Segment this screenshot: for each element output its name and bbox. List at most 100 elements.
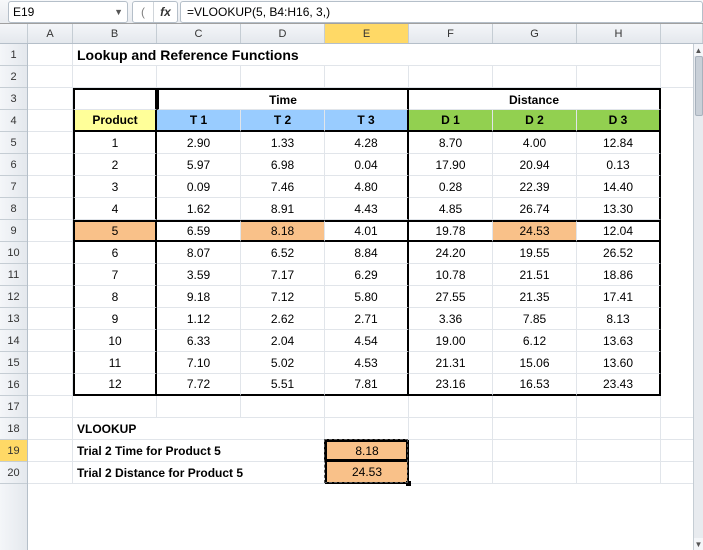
row-header-1[interactable]: 1 xyxy=(0,44,27,66)
cell[interactable]: 23.16 xyxy=(409,374,493,396)
cell[interactable]: 19.55 xyxy=(493,242,577,264)
cell[interactable]: 6.12 xyxy=(493,330,577,352)
cell[interactable] xyxy=(28,308,73,330)
row-header-17[interactable]: 17 xyxy=(0,396,27,418)
cell[interactable]: 4.00 xyxy=(493,132,577,154)
cell[interactable]: 26.52 xyxy=(577,242,661,264)
cell[interactable]: 3.36 xyxy=(409,308,493,330)
cell[interactable] xyxy=(409,462,493,484)
cell[interactable]: T 2 xyxy=(241,110,325,132)
row-header-6[interactable]: 6 xyxy=(0,154,27,176)
cells-area[interactable]: Lookup and Reference Functions TimeDistan… xyxy=(28,44,703,550)
cell[interactable]: Product xyxy=(73,110,157,132)
cell[interactable]: 3 xyxy=(73,176,157,198)
cell[interactable] xyxy=(28,286,73,308)
cell[interactable]: Time xyxy=(157,88,409,110)
cell[interactable] xyxy=(28,242,73,264)
cell[interactable]: 18.86 xyxy=(577,264,661,286)
cell[interactable] xyxy=(493,396,577,418)
row-header-11[interactable]: 11 xyxy=(0,264,27,286)
cell[interactable]: 24.53 xyxy=(493,220,577,242)
cell[interactable] xyxy=(28,220,73,242)
cell[interactable] xyxy=(28,198,73,220)
col-header-F[interactable]: F xyxy=(409,24,493,43)
cell[interactable]: 4.80 xyxy=(325,176,409,198)
row-header-5[interactable]: 5 xyxy=(0,132,27,154)
cell[interactable] xyxy=(28,176,73,198)
cell[interactable]: 4.43 xyxy=(325,198,409,220)
cell[interactable]: 7.12 xyxy=(241,286,325,308)
cell[interactable]: Trial 2 Time for Product 5 xyxy=(73,440,325,462)
cell[interactable]: 4.85 xyxy=(409,198,493,220)
cell[interactable]: 6.52 xyxy=(241,242,325,264)
cell[interactable]: 8.70 xyxy=(409,132,493,154)
cell[interactable]: 4.01 xyxy=(325,220,409,242)
cell[interactable] xyxy=(409,396,493,418)
cell[interactable] xyxy=(577,462,661,484)
cell[interactable] xyxy=(325,66,409,88)
cell[interactable]: 0.13 xyxy=(577,154,661,176)
cell[interactable] xyxy=(577,418,661,440)
col-header-E[interactable]: E xyxy=(325,24,409,43)
row-header-7[interactable]: 7 xyxy=(0,176,27,198)
row-header-4[interactable]: 4 xyxy=(0,110,27,132)
cell[interactable]: 2 xyxy=(73,154,157,176)
cell[interactable]: 8.18 xyxy=(325,440,409,462)
cell[interactable] xyxy=(28,66,73,88)
cell[interactable]: 2.90 xyxy=(157,132,241,154)
cell[interactable]: 7.10 xyxy=(157,352,241,374)
cell[interactable]: 6.29 xyxy=(325,264,409,286)
cell[interactable] xyxy=(28,374,73,396)
cell[interactable]: 1 xyxy=(73,132,157,154)
cell[interactable]: 5 xyxy=(73,220,157,242)
col-header-C[interactable]: C xyxy=(157,24,241,43)
cell[interactable] xyxy=(493,440,577,462)
cell[interactable]: 27.55 xyxy=(409,286,493,308)
cell[interactable]: 12.84 xyxy=(577,132,661,154)
cell[interactable]: 2.71 xyxy=(325,308,409,330)
row-header-14[interactable]: 14 xyxy=(0,330,27,352)
cell[interactable]: 4.28 xyxy=(325,132,409,154)
cell[interactable]: 13.63 xyxy=(577,330,661,352)
cell[interactable] xyxy=(241,396,325,418)
name-box[interactable]: E19 ▼ xyxy=(8,1,128,23)
select-all-corner[interactable] xyxy=(0,24,28,43)
fill-handle[interactable] xyxy=(406,481,411,486)
cell[interactable]: 22.39 xyxy=(493,176,577,198)
cell[interactable]: 9 xyxy=(73,308,157,330)
cell[interactable]: 7.46 xyxy=(241,176,325,198)
cell[interactable] xyxy=(157,396,241,418)
cell[interactable]: 0.04 xyxy=(325,154,409,176)
cell[interactable] xyxy=(157,66,241,88)
cell[interactable]: T 3 xyxy=(325,110,409,132)
cell[interactable] xyxy=(28,264,73,286)
cell[interactable]: 5.51 xyxy=(241,374,325,396)
col-header-blank[interactable] xyxy=(661,24,703,43)
cell[interactable] xyxy=(409,66,493,88)
row-header-20[interactable]: 20 xyxy=(0,462,27,484)
cell[interactable]: 8 xyxy=(73,286,157,308)
cell[interactable] xyxy=(28,154,73,176)
cell[interactable] xyxy=(28,396,73,418)
row-header-9[interactable]: 9 xyxy=(0,220,27,242)
cell[interactable] xyxy=(28,462,73,484)
cell[interactable]: 4.54 xyxy=(325,330,409,352)
cell[interactable]: 3.59 xyxy=(157,264,241,286)
row-header-13[interactable]: 13 xyxy=(0,308,27,330)
row-header-16[interactable]: 16 xyxy=(0,374,27,396)
cell[interactable]: 1.12 xyxy=(157,308,241,330)
cell[interactable]: Lookup and Reference Functions xyxy=(73,44,661,66)
cell[interactable] xyxy=(28,418,73,440)
row-header-10[interactable]: 10 xyxy=(0,242,27,264)
cell[interactable]: Distance xyxy=(409,88,661,110)
cell[interactable]: 15.06 xyxy=(493,352,577,374)
cell[interactable]: D 2 xyxy=(493,110,577,132)
cell[interactable]: 5.97 xyxy=(157,154,241,176)
cell[interactable] xyxy=(325,418,409,440)
col-header-A[interactable]: A xyxy=(28,24,73,43)
cell[interactable]: 2.62 xyxy=(241,308,325,330)
cell[interactable]: 6.33 xyxy=(157,330,241,352)
cell[interactable]: 5.02 xyxy=(241,352,325,374)
cell[interactable] xyxy=(28,440,73,462)
cell[interactable]: 17.41 xyxy=(577,286,661,308)
